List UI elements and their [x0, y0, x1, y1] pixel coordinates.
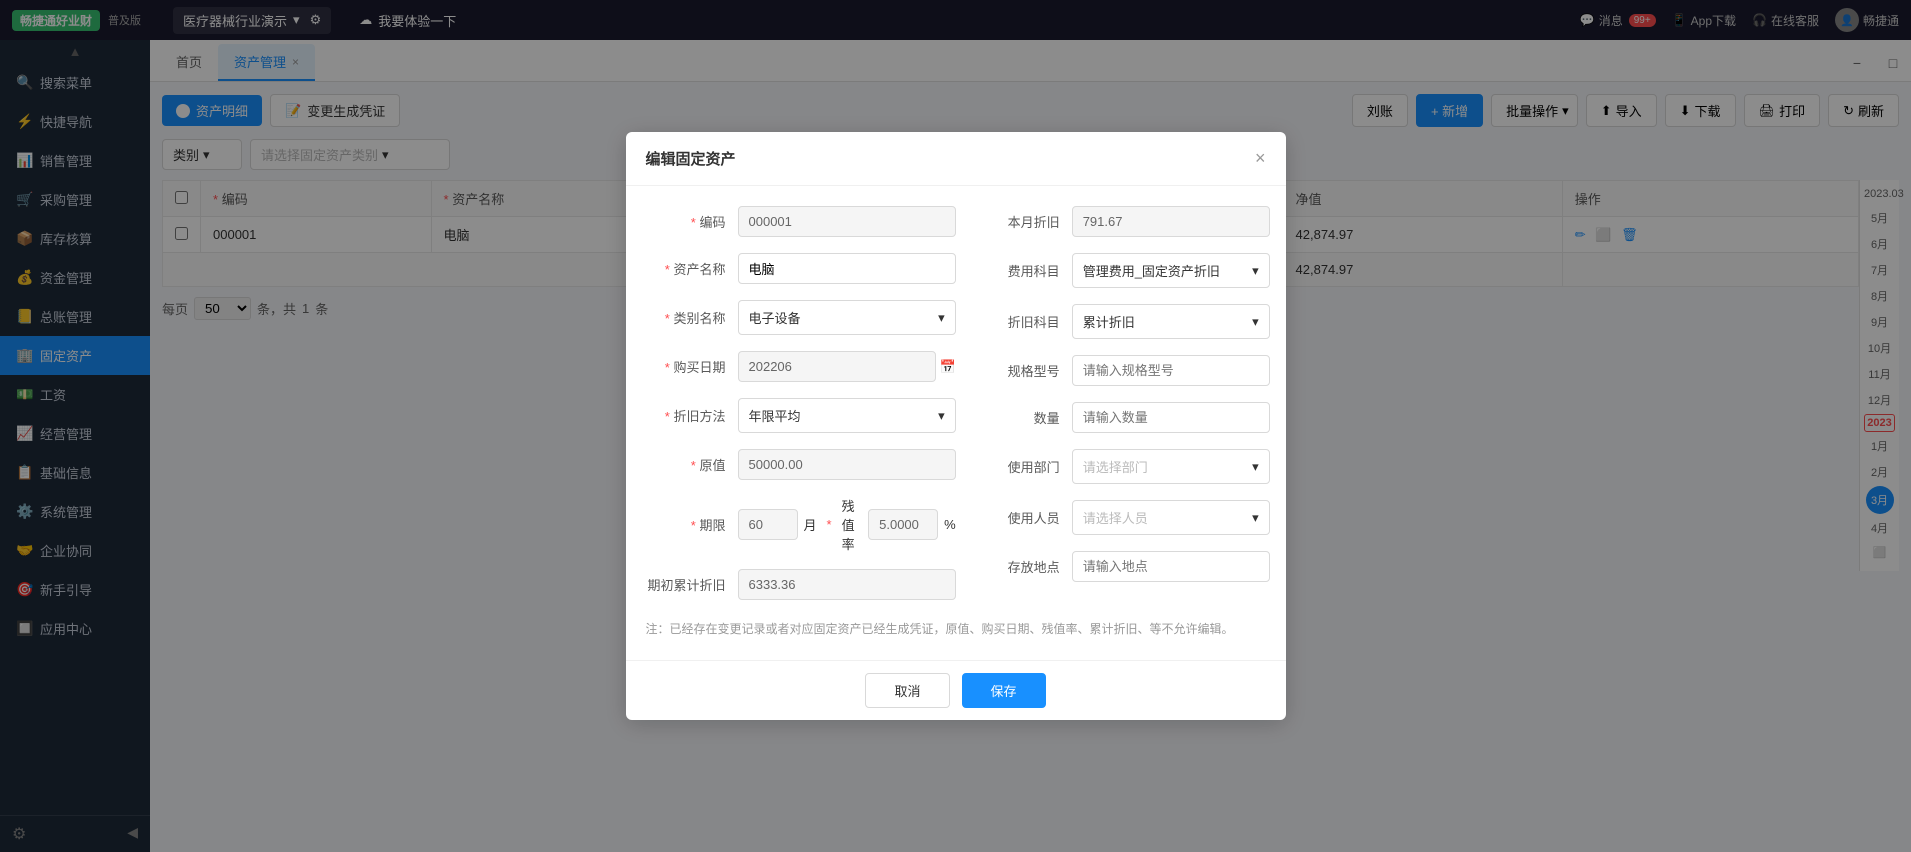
expense-subject-label: 费用科目 — [980, 261, 1060, 280]
user-select[interactable]: 请选择人员 ▾ — [1072, 500, 1270, 535]
dept-chevron: ▾ — [1252, 459, 1259, 475]
expense-subject-chevron: ▾ — [1252, 263, 1259, 279]
name-input[interactable] — [738, 253, 956, 284]
form-row-dept: 使用部门 请选择部门 ▾ — [980, 449, 1270, 484]
form-row-spec: 规格型号 — [980, 355, 1270, 386]
dep-method-label: * 折旧方法 — [646, 406, 726, 425]
modal-footer: 取消 保存 — [626, 660, 1286, 720]
modal-header: 编辑固定资产 × — [626, 132, 1286, 186]
form-row-name: * 资产名称 — [646, 253, 956, 284]
calendar-icon[interactable]: 📅 — [940, 359, 956, 375]
category-form-label: * 类别名称 — [646, 308, 726, 327]
dept-label: 使用部门 — [980, 457, 1060, 476]
expense-subject-value: 管理费用_固定资产折旧 — [1083, 261, 1220, 280]
form-row-monthly-dep: 本月折旧 — [980, 206, 1270, 237]
user-label: 使用人员 — [980, 508, 1060, 527]
dep-subject-label: 折旧科目 — [980, 312, 1060, 331]
form-row-expense-subject: 费用科目 管理费用_固定资产折旧 ▾ — [980, 253, 1270, 288]
quantity-label: 数量 — [980, 408, 1060, 427]
form-row-code: * 编码 — [646, 206, 956, 237]
date-label: * 购买日期 — [646, 357, 726, 376]
form-row-user: 使用人员 请选择人员 ▾ — [980, 500, 1270, 535]
code-label: * 编码 — [646, 212, 726, 231]
quantity-input[interactable] — [1072, 402, 1270, 433]
residual-unit-label: % — [944, 517, 956, 532]
cancel-btn[interactable]: 取消 — [865, 673, 949, 708]
initial-dep-input[interactable] — [738, 569, 956, 600]
period-input[interactable] — [738, 509, 798, 540]
form-row-location: 存放地点 — [980, 551, 1270, 582]
location-input[interactable] — [1072, 551, 1270, 582]
edit-asset-modal: 编辑固定资产 × * 编码 * 资 — [626, 132, 1286, 719]
dep-method-select[interactable]: 年限平均 ▾ — [738, 398, 956, 433]
initial-dep-label: 期初累计折旧 — [646, 575, 726, 594]
name-label: * 资产名称 — [646, 259, 726, 278]
date-input[interactable] — [738, 351, 936, 382]
modal-overlay: 编辑固定资产 × * 编码 * 资 — [0, 0, 1911, 852]
location-label: 存放地点 — [980, 557, 1060, 576]
expense-subject-select[interactable]: 管理费用_固定资产折旧 ▾ — [1072, 253, 1270, 288]
category-select-value: 电子设备 — [749, 308, 801, 327]
dep-subject-chevron: ▾ — [1252, 314, 1259, 330]
dep-method-chevron: ▾ — [938, 408, 945, 424]
dept-select[interactable]: 请选择部门 ▾ — [1072, 449, 1270, 484]
user-placeholder: 请选择人员 — [1083, 508, 1148, 527]
spec-input[interactable] — [1072, 355, 1270, 386]
original-input[interactable] — [738, 449, 956, 480]
residual-label: 残值率 — [842, 496, 863, 553]
save-btn[interactable]: 保存 — [962, 673, 1046, 708]
form-row-period: * 期限 月 * 残值率 % — [646, 496, 956, 553]
spec-label: 规格型号 — [980, 361, 1060, 380]
form-row-dep-subject: 折旧科目 累计折旧 ▾ — [980, 304, 1270, 339]
residual-input[interactable] — [868, 509, 938, 540]
form-row-category: * 类别名称 电子设备 ▾ — [646, 300, 956, 335]
form-row-initial-dep: 期初累计折旧 — [646, 569, 956, 600]
form-row-original: * 原值 — [646, 449, 956, 480]
form-row-dep-method: * 折旧方法 年限平均 ▾ — [646, 398, 956, 433]
dept-placeholder: 请选择部门 — [1083, 457, 1148, 476]
modal-note: 注：已经存在变更记录或者对应固定资产已经生成凭证，原值、购买日期、残值率、累计折… — [646, 620, 1266, 639]
modal-close-btn[interactable]: × — [1255, 148, 1266, 169]
form-row-quantity: 数量 — [980, 402, 1270, 433]
form-row-date: * 购买日期 📅 — [646, 351, 956, 382]
modal-body: * 编码 * 资产名称 * 类别名称 — [626, 186, 1286, 659]
dep-subject-select[interactable]: 累计折旧 ▾ — [1072, 304, 1270, 339]
code-input[interactable] — [738, 206, 956, 237]
modal-title: 编辑固定资产 — [646, 148, 736, 169]
category-select-chevron: ▾ — [938, 310, 945, 326]
monthly-dep-label: 本月折旧 — [980, 212, 1060, 231]
dep-method-value: 年限平均 — [749, 406, 801, 425]
dep-subject-value: 累计折旧 — [1083, 312, 1135, 331]
monthly-dep-input[interactable] — [1072, 206, 1270, 237]
period-unit-label: 月 — [804, 515, 817, 534]
user-chevron: ▾ — [1252, 510, 1259, 526]
period-label: * 期限 — [646, 515, 726, 534]
original-label: * 原值 — [646, 455, 726, 474]
category-form-select[interactable]: 电子设备 ▾ — [738, 300, 956, 335]
